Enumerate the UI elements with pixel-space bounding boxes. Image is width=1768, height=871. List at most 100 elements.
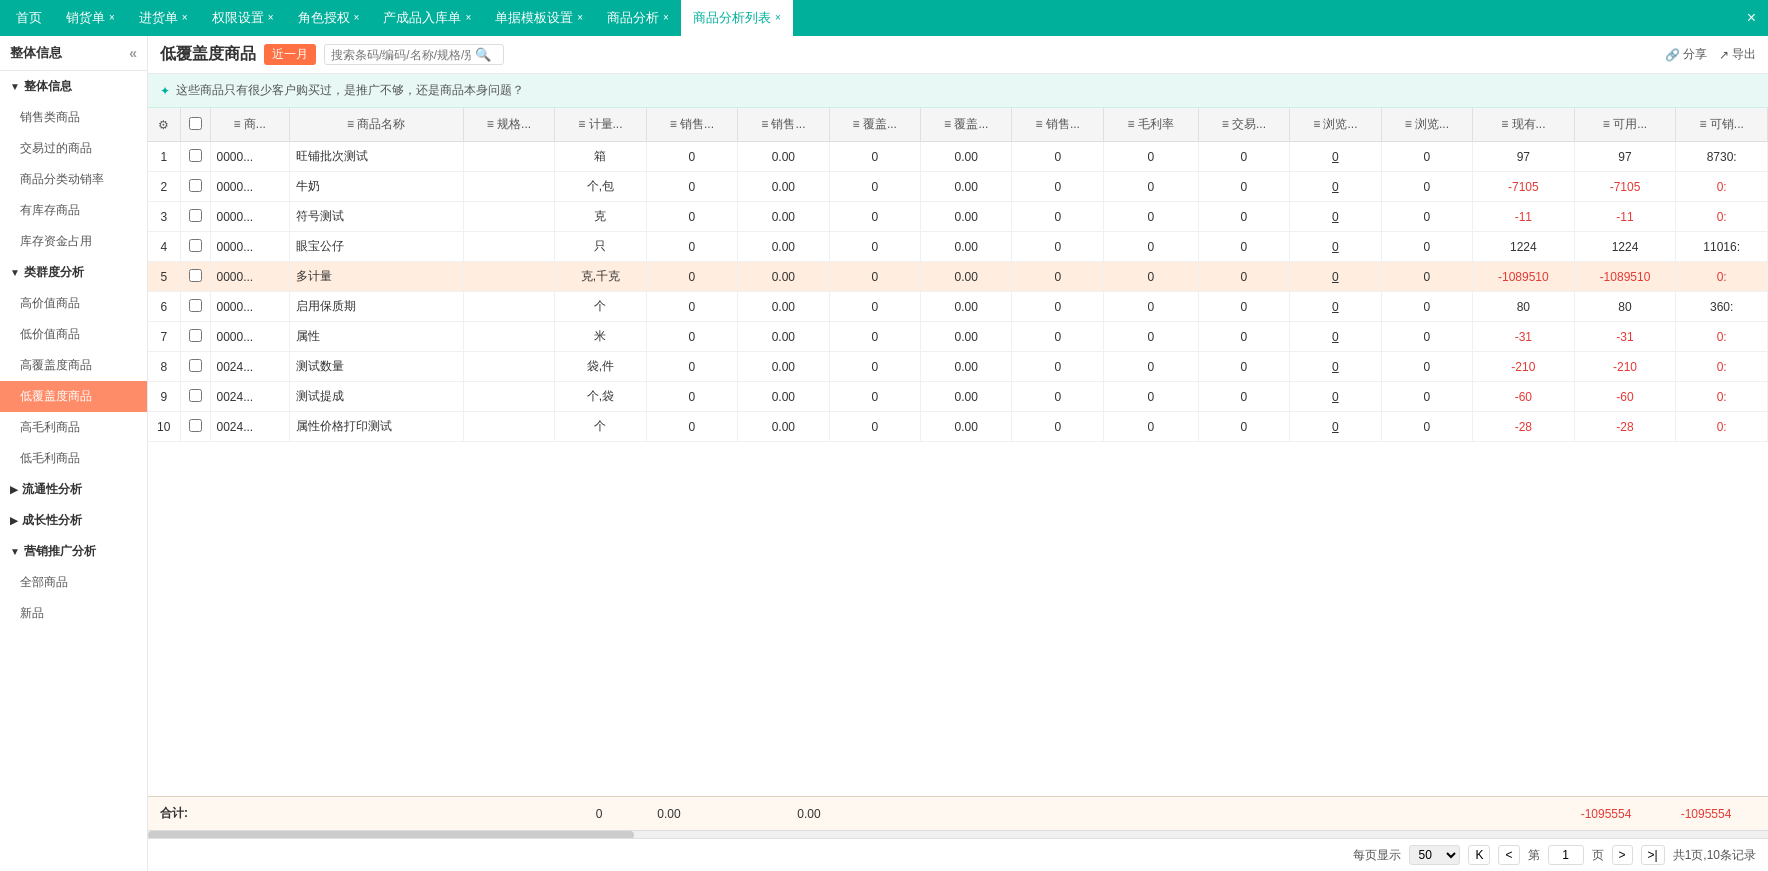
col-cov2[interactable]: ≡ 覆盖... xyxy=(921,108,1012,142)
col-browse2[interactable]: ≡ 浏览... xyxy=(1381,108,1472,142)
nav-tab-roles-close[interactable]: × xyxy=(354,0,360,36)
row-checkbox[interactable] xyxy=(189,149,202,162)
row-checkbox[interactable] xyxy=(189,299,202,312)
cell-checkbox[interactable] xyxy=(180,172,210,202)
nav-tab-permissions[interactable]: 权限设置 × xyxy=(200,0,286,36)
sidebar-group-overall[interactable]: ▼ 整体信息 xyxy=(0,71,147,102)
prev-page-button[interactable]: < xyxy=(1498,845,1519,865)
cell-name: 多计量 xyxy=(289,262,463,292)
col-cov1[interactable]: ≡ 覆盖... xyxy=(829,108,920,142)
col-sales-qty[interactable]: ≡ 销售... xyxy=(646,108,737,142)
search-input[interactable] xyxy=(331,48,471,62)
row-checkbox[interactable] xyxy=(189,269,202,282)
cell-checkbox[interactable] xyxy=(180,262,210,292)
sidebar-collapse-button[interactable]: « xyxy=(129,45,137,61)
last-page-button[interactable]: >| xyxy=(1641,845,1665,865)
cell-browse1[interactable]: 0 xyxy=(1290,142,1381,172)
col-current[interactable]: ≡ 现有... xyxy=(1473,108,1575,142)
sidebar-item-traded-goods[interactable]: 交易过的商品 xyxy=(0,133,147,164)
nav-tab-analysis[interactable]: 商品分析 × xyxy=(595,0,681,36)
sidebar-item-category-rate[interactable]: 商品分类动销率 xyxy=(0,164,147,195)
row-checkbox[interactable] xyxy=(189,359,202,372)
col-settings[interactable]: ⚙ xyxy=(148,108,180,142)
cell-browse1[interactable]: 0 xyxy=(1290,172,1381,202)
cell-browse1[interactable]: 0 xyxy=(1290,322,1381,352)
sidebar-item-high-value[interactable]: 高价值商品 xyxy=(0,288,147,319)
sidebar-item-high-margin[interactable]: 高毛利商品 xyxy=(0,412,147,443)
sidebar-item-new-goods[interactable]: 新品 xyxy=(0,598,147,629)
horizontal-scrollbar[interactable] xyxy=(148,830,1768,838)
cell-browse1[interactable]: 0 xyxy=(1290,352,1381,382)
cell-checkbox[interactable] xyxy=(180,322,210,352)
col-margin[interactable]: ≡ 毛利率 xyxy=(1103,108,1198,142)
col-trade[interactable]: ≡ 交易... xyxy=(1198,108,1289,142)
col-sales-amt[interactable]: ≡ 销售... xyxy=(738,108,829,142)
first-page-button[interactable]: K xyxy=(1468,845,1490,865)
sidebar-group-liquidity[interactable]: ▶ 流通性分析 xyxy=(0,474,147,505)
row-checkbox[interactable] xyxy=(189,209,202,222)
cell-browse1[interactable]: 0 xyxy=(1290,292,1381,322)
col-available[interactable]: ≡ 可用... xyxy=(1574,108,1676,142)
sidebar-group-cluster[interactable]: ▼ 类群度分析 xyxy=(0,257,147,288)
search-icon[interactable]: 🔍 xyxy=(475,47,491,62)
col-sales3[interactable]: ≡ 销售... xyxy=(1012,108,1103,142)
page-number-input[interactable] xyxy=(1548,845,1584,865)
sidebar-item-high-coverage[interactable]: 高覆盖度商品 xyxy=(0,350,147,381)
row-checkbox[interactable] xyxy=(189,389,202,402)
nav-tab-purchase[interactable]: 进货单 × xyxy=(127,0,200,36)
nav-tab-finished-goods-close[interactable]: × xyxy=(465,0,471,36)
col-unit[interactable]: ≡ 计量... xyxy=(555,108,646,142)
window-close-button[interactable]: × xyxy=(1739,9,1764,27)
nav-tab-permissions-close[interactable]: × xyxy=(268,0,274,36)
share-button[interactable]: 🔗 分享 xyxy=(1665,46,1707,63)
cell-checkbox[interactable] xyxy=(180,352,210,382)
col-name[interactable]: ≡ 商品名称 xyxy=(289,108,463,142)
col-spec[interactable]: ≡ 规格... xyxy=(463,108,554,142)
cell-checkbox[interactable] xyxy=(180,412,210,442)
export-button[interactable]: ↗ 导出 xyxy=(1719,46,1756,63)
nav-tab-analysis-list-close[interactable]: × xyxy=(775,0,781,36)
nav-tab-analysis-close[interactable]: × xyxy=(663,0,669,36)
sidebar-item-in-stock[interactable]: 有库存商品 xyxy=(0,195,147,226)
nav-tab-purchase-close[interactable]: × xyxy=(182,0,188,36)
nav-tab-sales[interactable]: 销货单 × xyxy=(54,0,127,36)
next-page-button[interactable]: > xyxy=(1612,845,1633,865)
sidebar-item-sales-goods[interactable]: 销售类商品 xyxy=(0,102,147,133)
cell-browse1[interactable]: 0 xyxy=(1290,262,1381,292)
nav-tab-templates[interactable]: 单据模板设置 × xyxy=(483,0,595,36)
cell-browse1[interactable]: 0 xyxy=(1290,412,1381,442)
col-browse1[interactable]: ≡ 浏览... xyxy=(1290,108,1381,142)
cell-browse1[interactable]: 0 xyxy=(1290,382,1381,412)
row-checkbox[interactable] xyxy=(189,179,202,192)
date-filter-button[interactable]: 近一月 xyxy=(264,44,316,65)
col-saleable[interactable]: ≡ 可销... xyxy=(1676,108,1768,142)
nav-tab-analysis-list[interactable]: 商品分析列表 × xyxy=(681,0,793,36)
col-code[interactable]: ≡ 商... xyxy=(210,108,289,142)
cell-checkbox[interactable] xyxy=(180,232,210,262)
sidebar-item-low-coverage[interactable]: 低覆盖度商品 xyxy=(0,381,147,412)
nav-tab-finished-goods[interactable]: 产成品入库单 × xyxy=(371,0,483,36)
cell-checkbox[interactable] xyxy=(180,142,210,172)
nav-tab-templates-close[interactable]: × xyxy=(577,0,583,36)
nav-tab-roles[interactable]: 角色授权 × xyxy=(286,0,372,36)
nav-tab-home[interactable]: 首页 xyxy=(4,0,54,36)
sidebar-item-low-margin[interactable]: 低毛利商品 xyxy=(0,443,147,474)
col-checkbox[interactable] xyxy=(180,108,210,142)
page-size-select[interactable]: 50 10 20 100 xyxy=(1409,845,1460,865)
nav-tab-sales-close[interactable]: × xyxy=(109,0,115,36)
cell-browse1[interactable]: 0 xyxy=(1290,202,1381,232)
sidebar-item-low-value[interactable]: 低价值商品 xyxy=(0,319,147,350)
cell-checkbox[interactable] xyxy=(180,382,210,412)
cell-checkbox[interactable] xyxy=(180,202,210,232)
row-checkbox[interactable] xyxy=(189,239,202,252)
sidebar-item-capital[interactable]: 库存资金占用 xyxy=(0,226,147,257)
cell-browse1[interactable]: 0 xyxy=(1290,232,1381,262)
row-checkbox[interactable] xyxy=(189,419,202,432)
cell-saleable: 0: xyxy=(1676,322,1768,352)
row-checkbox[interactable] xyxy=(189,329,202,342)
select-all-checkbox[interactable] xyxy=(189,117,202,130)
sidebar-group-growth[interactable]: ▶ 成长性分析 xyxy=(0,505,147,536)
sidebar-item-all-goods[interactable]: 全部商品 xyxy=(0,567,147,598)
sidebar-group-marketing[interactable]: ▼ 营销推广分析 xyxy=(0,536,147,567)
cell-checkbox[interactable] xyxy=(180,292,210,322)
